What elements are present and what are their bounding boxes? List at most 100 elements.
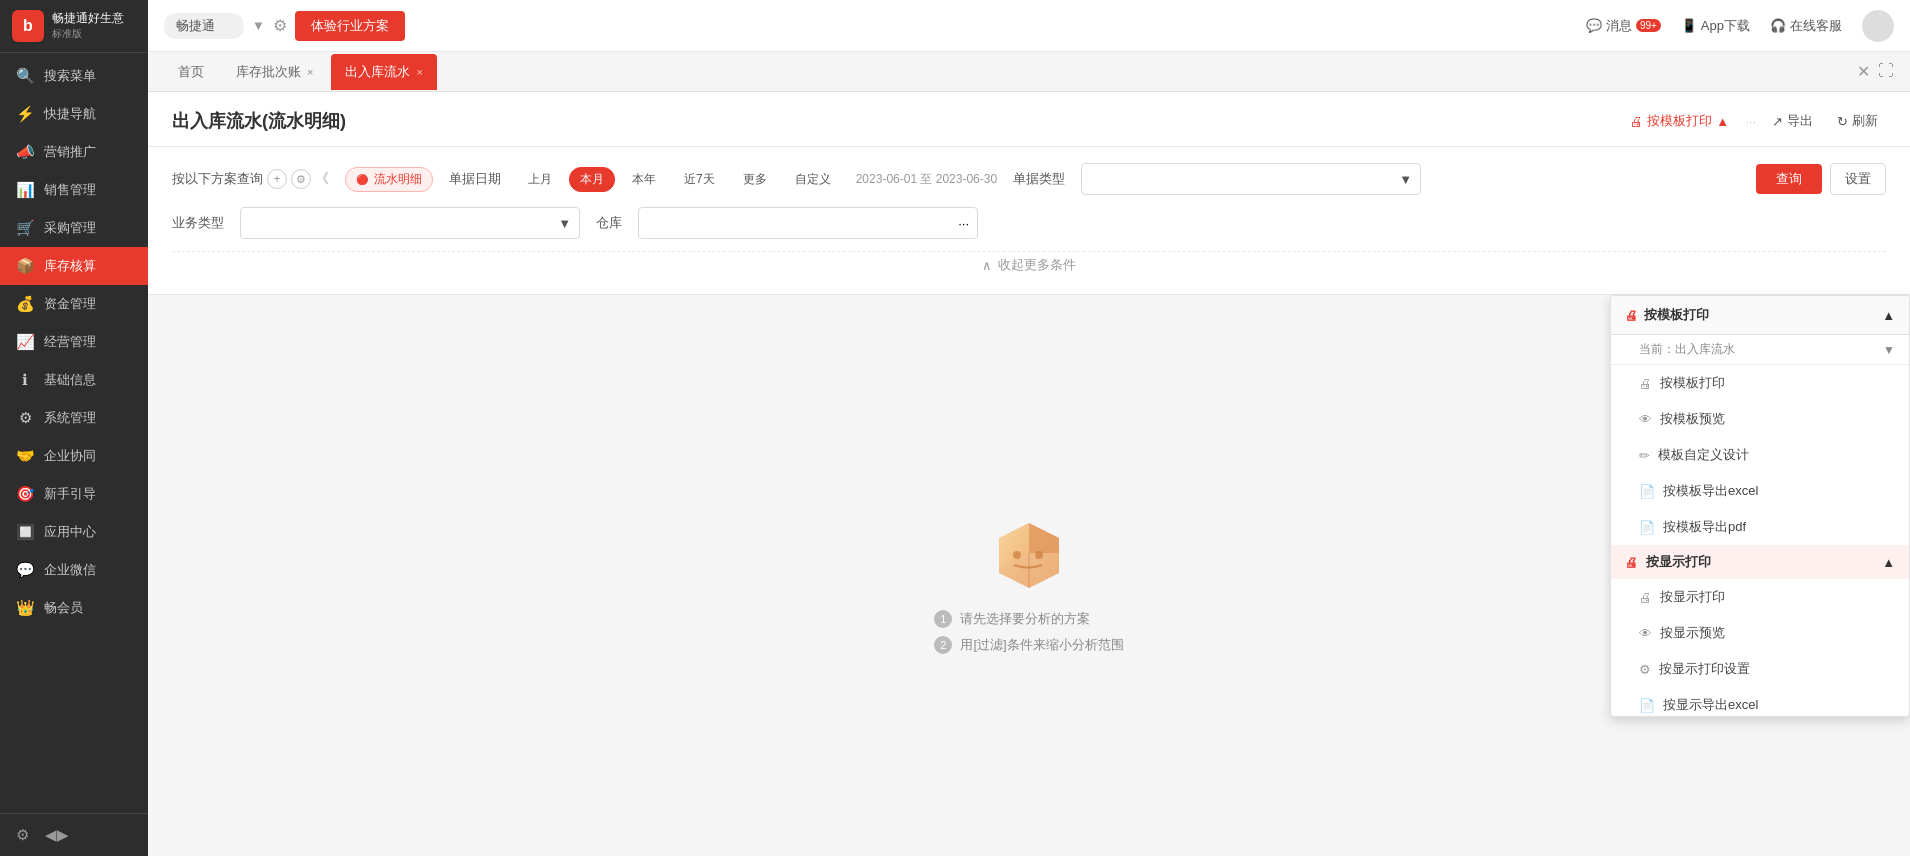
sidebar-item-business[interactable]: 📈 经营管理: [0, 323, 148, 361]
print-chevron-up-icon: ▲: [1716, 114, 1729, 129]
page-actions-area: 🖨 按模板打印 ▲ ··· ↗ 导出 ↻ 刷新: [1622, 108, 1886, 134]
topbar: 畅捷通 ▼ ⚙ 体验行业方案 💬 消息 99+ 📱 App下载 🎧 在线客服: [148, 0, 1910, 52]
sidebar-item-quick-nav[interactable]: ⚡ 快捷导航: [0, 95, 148, 133]
date-btn-more[interactable]: 更多: [732, 167, 778, 192]
dropdown-item-template-pdf[interactable]: 📄 按模板导出pdf: [1611, 509, 1909, 545]
collapse-label: 收起更多条件: [998, 256, 1076, 274]
tab-batch[interactable]: 库存批次账 ×: [222, 54, 327, 90]
topbar-username: 畅捷通: [164, 13, 244, 39]
dropdown-current: 当前：出入库流水 ▼: [1611, 335, 1909, 365]
dropdown-item-display-settings[interactable]: ⚙ 按显示打印设置: [1611, 651, 1909, 687]
date-btn-this-month[interactable]: 本月: [569, 167, 615, 192]
sidebar-item-app-center[interactable]: 🔲 应用中心: [0, 513, 148, 551]
sidebar-item-search-menu[interactable]: 🔍 搜索菜单: [0, 57, 148, 95]
step-2-num: 2: [934, 636, 952, 654]
sidebar-item-label: 企业微信: [44, 561, 96, 579]
sidebar-settings-btn[interactable]: ⚙: [16, 826, 29, 844]
dropdown-item-display-excel[interactable]: 📄 按显示导出excel: [1611, 687, 1909, 716]
trial-btn[interactable]: 体验行业方案: [295, 11, 405, 41]
divider1: ···: [1745, 114, 1756, 129]
dropdown-item-template-custom[interactable]: ✏ 模板自定义设计: [1611, 437, 1909, 473]
empty-steps: 1 请先选择要分析的方案 2 用[过滤]条件来缩小分析范围: [934, 610, 1123, 654]
sidebar-item-membership[interactable]: 👑 畅会员: [0, 589, 148, 627]
sidebar-item-guide[interactable]: 🎯 新手引导: [0, 475, 148, 513]
date-btn-7days[interactable]: 近7天: [673, 167, 726, 192]
sidebar-logo: b 畅捷通好生意 标准版: [0, 0, 148, 53]
tab-home[interactable]: 首页: [164, 54, 218, 90]
type-select[interactable]: ▼: [1081, 163, 1421, 195]
refresh-icon: ↻: [1837, 114, 1848, 129]
sidebar-item-label: 企业协同: [44, 447, 96, 465]
query-btn[interactable]: 查询: [1756, 164, 1822, 194]
tab-flow-close[interactable]: ×: [416, 66, 422, 78]
message-action[interactable]: 💬 消息 99+: [1586, 17, 1661, 35]
tab-expand-btn[interactable]: ⛶: [1878, 62, 1894, 81]
tabbar-controls: ✕ ⛶: [1857, 62, 1894, 81]
dropdown-item-display-preview[interactable]: 👁 按显示预览: [1611, 615, 1909, 651]
sidebar-item-sales[interactable]: 📊 销售管理: [0, 171, 148, 209]
sidebar-item-purchase[interactable]: 🛒 采购管理: [0, 209, 148, 247]
print-template-btn[interactable]: 🖨 按模板打印 ▲: [1622, 108, 1737, 134]
app-download-action[interactable]: 📱 App下载: [1681, 17, 1750, 35]
dropdown-item-template-print[interactable]: 🖨 按模板打印: [1611, 365, 1909, 401]
topbar-dropdown-icon[interactable]: ▼: [252, 18, 265, 33]
sidebar-item-marketing[interactable]: 📣 营销推广: [0, 133, 148, 171]
tab-flow[interactable]: 出入库流水 ×: [331, 54, 436, 90]
display-settings-icon: ⚙: [1639, 662, 1651, 677]
dropdown-display-header[interactable]: 🖨 按显示打印 ▲: [1611, 545, 1909, 579]
sidebar-item-inventory[interactable]: 📦 库存核算: [0, 247, 148, 285]
filter-collapse-icon[interactable]: 《: [315, 170, 329, 188]
online-service-action[interactable]: 🎧 在线客服: [1770, 17, 1842, 35]
sidebar-collapse-btn[interactable]: ◀▶: [45, 826, 69, 844]
search-menu-icon: 🔍: [16, 67, 34, 85]
tab-flow-label: 出入库流水: [345, 63, 410, 81]
finance-icon: 💰: [16, 295, 34, 313]
date-btn-this-year[interactable]: 本年: [621, 167, 667, 192]
export-btn[interactable]: ↗ 导出: [1764, 108, 1821, 134]
refresh-btn[interactable]: ↻ 刷新: [1829, 108, 1886, 134]
sidebar-item-basic-info[interactable]: ℹ 基础信息: [0, 361, 148, 399]
filter-add-btn[interactable]: +: [267, 169, 287, 189]
sidebar-item-finance[interactable]: 💰 资金管理: [0, 285, 148, 323]
business-type-select[interactable]: ▼: [240, 207, 580, 239]
dropdown-item-display-print[interactable]: 🖨 按显示打印: [1611, 579, 1909, 615]
page-title: 出入库流水(流水明细): [172, 109, 346, 133]
dropdown-item-template-preview[interactable]: 👁 按模板预览: [1611, 401, 1909, 437]
app-download-label: App下载: [1701, 17, 1750, 35]
dropdown-chevron-up[interactable]: ▲: [1882, 308, 1895, 323]
date-btn-last-month[interactable]: 上月: [517, 167, 563, 192]
dropdown-item-template-excel[interactable]: 📄 按模板导出excel: [1611, 473, 1909, 509]
date-btn-custom[interactable]: 自定义: [784, 167, 842, 192]
user-avatar[interactable]: [1862, 10, 1894, 42]
sidebar-item-wecom[interactable]: 💬 企业微信: [0, 551, 148, 589]
filter-label-group: 按以下方案查询 + ⚙ 《: [172, 169, 329, 189]
message-icon: 💬: [1586, 18, 1602, 33]
dropdown-header-label: 按模板打印: [1644, 306, 1709, 324]
page-title-row: 出入库流水(流水明细) 🖨 按模板打印 ▲ ··· ↗ 导出 ↻ 刷新: [172, 108, 1886, 134]
dropdown-header: 🖨 按模板打印 ▲: [1611, 296, 1909, 335]
settings-btn[interactable]: 设置: [1830, 163, 1886, 195]
svg-point-5: [1035, 551, 1043, 559]
topbar-gear-btn[interactable]: ⚙: [273, 16, 287, 35]
wecom-icon: 💬: [16, 561, 34, 579]
topbar-user-area: 畅捷通 ▼ ⚙ 体验行业方案: [164, 11, 1574, 41]
dropdown-header-left: 🖨 按模板打印: [1625, 306, 1709, 324]
business-type-chevron: ▼: [558, 216, 571, 231]
svg-marker-2: [1029, 523, 1059, 553]
template-print-label: 按模板打印: [1660, 374, 1725, 392]
sidebar-item-label: 经营管理: [44, 333, 96, 351]
guide-icon: 🎯: [16, 485, 34, 503]
warehouse-label: 仓库: [596, 214, 622, 232]
active-filter-tag[interactable]: 🔴 流水明细: [345, 167, 433, 192]
collapse-more-btn[interactable]: ∧ 收起更多条件: [172, 251, 1886, 278]
sidebar-item-label: 系统管理: [44, 409, 96, 427]
topbar-right: 💬 消息 99+ 📱 App下载 🎧 在线客服: [1586, 10, 1894, 42]
membership-icon: 👑: [16, 599, 34, 617]
sidebar-item-cooperation[interactable]: 🤝 企业协同: [0, 437, 148, 475]
sidebar-item-system[interactable]: ⚙ 系统管理: [0, 399, 148, 437]
tab-batch-close[interactable]: ×: [307, 66, 313, 78]
marketing-icon: 📣: [16, 143, 34, 161]
tab-close-all-btn[interactable]: ✕: [1857, 62, 1870, 81]
warehouse-input[interactable]: ···: [638, 207, 978, 239]
filter-settings-btn[interactable]: ⚙: [291, 169, 311, 189]
